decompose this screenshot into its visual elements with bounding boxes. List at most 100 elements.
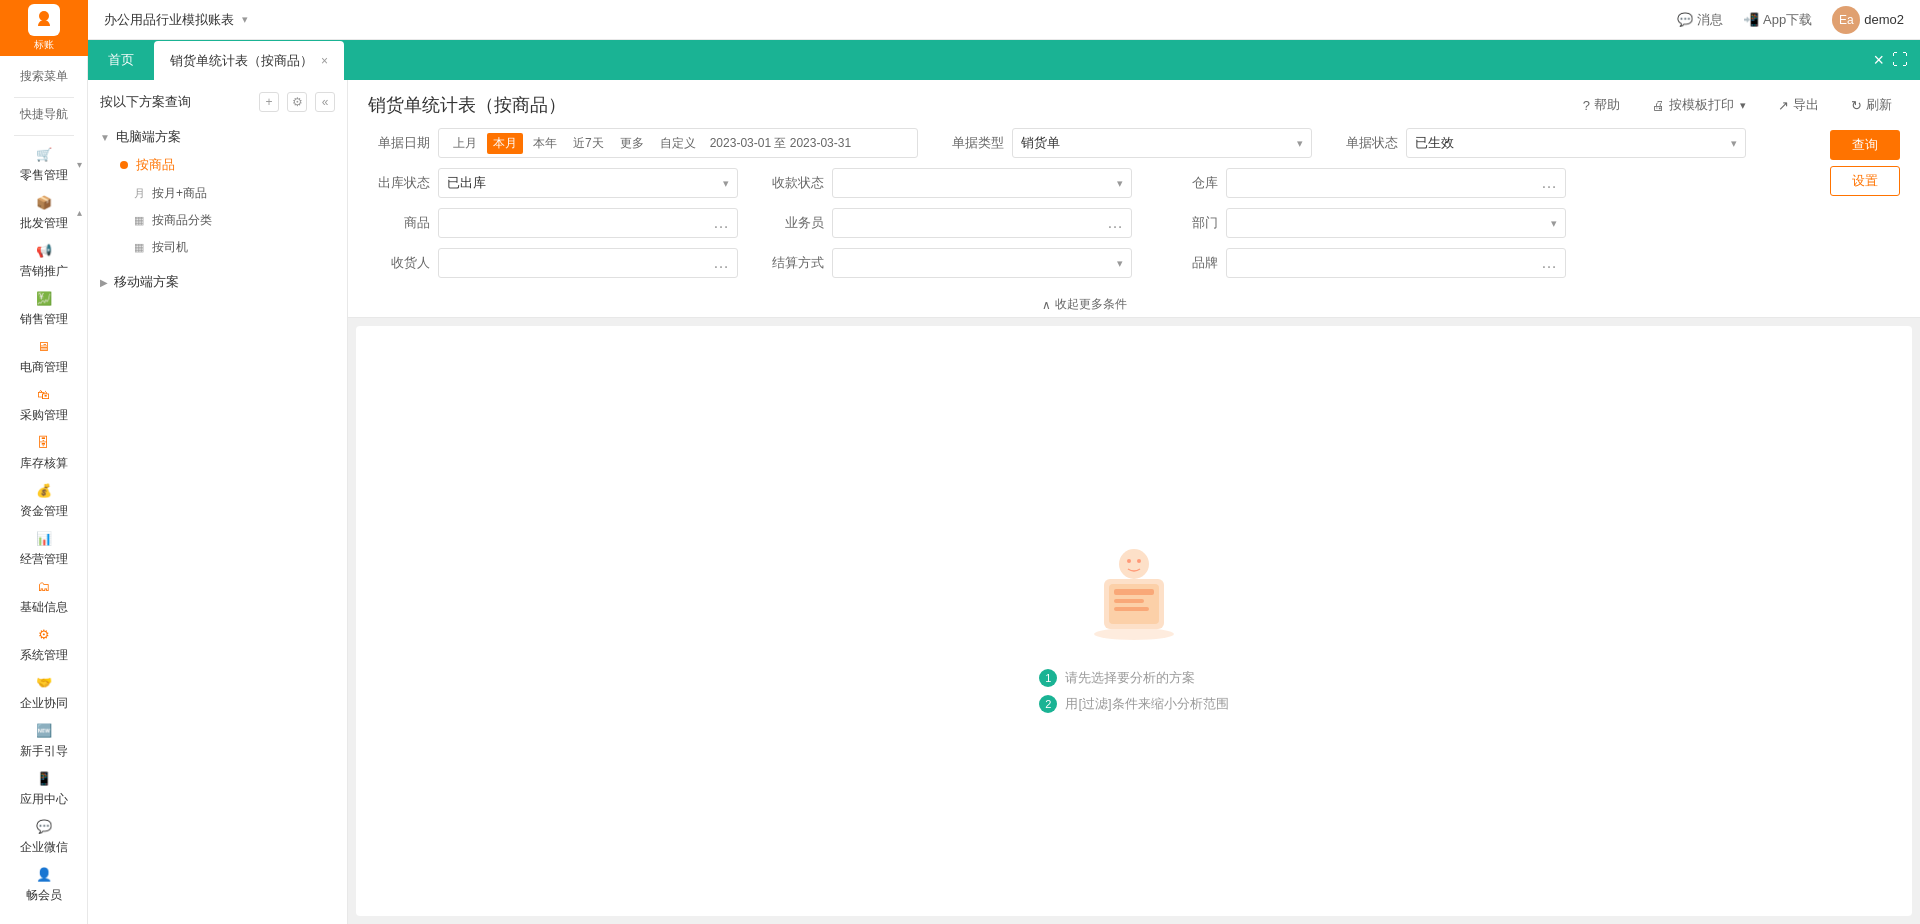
salesman-control[interactable]: … xyxy=(832,208,1132,238)
collect-status-dropdown[interactable]: ▾ xyxy=(832,168,1132,198)
scheme-sub-monthly-label: 按月+商品 xyxy=(152,185,207,202)
doc-status-dropdown[interactable]: 已生效 ▾ xyxy=(1406,128,1746,158)
refresh-label: 刷新 xyxy=(1866,96,1892,114)
settings-scheme-button[interactable]: ⚙ xyxy=(287,92,307,112)
goods-dots[interactable]: … xyxy=(713,214,729,232)
receiver-control[interactable]: … xyxy=(438,248,738,278)
sales-icon: 💹 xyxy=(34,289,54,309)
help-button[interactable]: ? 帮助 xyxy=(1575,92,1628,118)
collapse-button[interactable]: ∧ 收起更多条件 xyxy=(1042,296,1127,313)
finance-icon: 💰 xyxy=(34,481,54,501)
warehouse-label: 仓库 xyxy=(1156,174,1226,192)
download-icon: 📲 xyxy=(1743,12,1759,27)
settlement-dropdown[interactable]: ▾ xyxy=(832,248,1132,278)
left-panel-icons: + ⚙ « xyxy=(259,92,335,112)
sidebar-item-finance[interactable]: 💰 资金管理 xyxy=(0,476,88,524)
sidebar-item-guide[interactable]: 🆕 新手引导 xyxy=(0,716,88,764)
tab-active[interactable]: 销货单统计表（按商品） × xyxy=(154,41,344,81)
app-download-button[interactable]: 📲 App下载 xyxy=(1743,11,1812,29)
desktop-scheme-parent[interactable]: ▼ 电脑端方案 xyxy=(88,124,347,150)
query-button[interactable]: 查询 xyxy=(1830,130,1900,160)
sidebar-item-ecommerce[interactable]: 🖥 电商管理 xyxy=(0,332,88,380)
mobile-scheme-name: 移动端方案 xyxy=(114,273,335,291)
logo[interactable]: 标账 xyxy=(0,0,88,56)
doc-type-dropdown[interactable]: 销货单 ▾ xyxy=(1012,128,1312,158)
desktop-scheme-name: 电脑端方案 xyxy=(116,128,335,146)
user-area[interactable]: Ea demo2 xyxy=(1832,6,1904,34)
enterprise-icon: 🤝 xyxy=(34,673,54,693)
out-status-dropdown[interactable]: 已出库 ▾ xyxy=(438,168,738,198)
print-button[interactable]: 🖨 按模板打印 ▾ xyxy=(1644,92,1754,118)
mobile-scheme-section: ▶ 移动端方案 xyxy=(88,265,347,299)
brand-control[interactable]: … xyxy=(1226,248,1566,278)
sidebar-item-basic[interactable]: 🗂 基础信息 xyxy=(0,572,88,620)
sidebar-item-enterprise[interactable]: 🤝 企业协同 xyxy=(0,668,88,716)
warehouse-dots[interactable]: … xyxy=(1541,174,1557,192)
filter-row-3: 商品 … 业务员 … 部门 ▾ xyxy=(368,208,1800,238)
date-tab-more[interactable]: 更多 xyxy=(614,133,650,154)
message-label: 消息 xyxy=(1697,11,1723,29)
sidebar-item-wholesale[interactable]: 📦 批发管理 ▴ xyxy=(0,188,88,236)
svg-point-0 xyxy=(39,11,49,21)
scheme-sub-monthly[interactable]: 月 按月+商品 xyxy=(88,180,347,207)
scheme-item-by-goods[interactable]: 按商品 xyxy=(88,150,347,180)
salesman-label: 业务员 xyxy=(762,214,832,232)
scheme-sub-driver[interactable]: ▦ 按司机 xyxy=(88,234,347,261)
export-button[interactable]: ↗ 导出 xyxy=(1770,92,1827,118)
tab-close-window-icon[interactable]: × xyxy=(1873,50,1884,71)
scheme-sub-category[interactable]: ▦ 按商品分类 xyxy=(88,207,347,234)
settlement-chevron-icon: ▾ xyxy=(1117,257,1123,270)
sidebar-item-sales[interactable]: 💹 销售管理 xyxy=(0,284,88,332)
tab-home[interactable]: 首页 xyxy=(88,40,154,80)
refresh-button[interactable]: ↻ 刷新 xyxy=(1843,92,1900,118)
sidebar-item-inventory[interactable]: 🗄 库存核算 xyxy=(0,428,88,476)
avatar: Ea xyxy=(1832,6,1860,34)
sidebar-item-system[interactable]: ⚙ 系统管理 xyxy=(0,620,88,668)
svg-point-1 xyxy=(1094,628,1174,640)
date-tab-last-month[interactable]: 上月 xyxy=(447,133,483,154)
out-status-value: 已出库 xyxy=(447,174,723,192)
print-dropdown-icon[interactable]: ▾ xyxy=(1740,99,1746,112)
tab-close-icon[interactable]: × xyxy=(321,54,328,68)
scheme-label-by-goods: 按商品 xyxy=(136,156,175,174)
collapse-panel-button[interactable]: « xyxy=(315,92,335,112)
collapse-icon: ∧ xyxy=(1042,298,1051,312)
goods-control[interactable]: … xyxy=(438,208,738,238)
settings-button[interactable]: 设置 xyxy=(1830,166,1900,196)
salesman-dots[interactable]: … xyxy=(1107,214,1123,232)
date-value: 2023-03-01 至 2023-03-31 xyxy=(710,135,851,152)
date-tab-this-month[interactable]: 本月 xyxy=(487,133,523,154)
receiver-dots[interactable]: … xyxy=(713,254,729,272)
topbar-dropdown-icon[interactable]: ▾ xyxy=(242,13,248,26)
sidebar-item-retail[interactable]: 🛒 零售管理 ▾ xyxy=(0,140,88,188)
date-tab-this-year[interactable]: 本年 xyxy=(527,133,563,154)
sidebar-quick-nav[interactable]: 快捷导航 xyxy=(0,102,87,131)
dept-dropdown[interactable]: ▾ xyxy=(1226,208,1566,238)
brand-dots[interactable]: … xyxy=(1541,254,1557,272)
sidebar-item-marketing[interactable]: 📢 营销推广 xyxy=(0,236,88,284)
settlement-label: 结算方式 xyxy=(762,254,832,272)
sidebar-search-link[interactable]: 搜索菜单 xyxy=(0,56,87,93)
date-tab-custom[interactable]: 自定义 xyxy=(654,133,702,154)
sidebar-item-operations[interactable]: 📊 经营管理 xyxy=(0,524,88,572)
filter-rows-container: 单据日期 上月 本月 本年 近7天 更多 自定义 2023-03-01 至 20… xyxy=(368,128,1900,317)
date-tab-7days[interactable]: 近7天 xyxy=(567,133,610,154)
message-button[interactable]: 💬 消息 xyxy=(1677,11,1723,29)
sidebar-item-wechat[interactable]: 💬 企业微信 xyxy=(0,812,88,860)
add-scheme-button[interactable]: + xyxy=(259,92,279,112)
svg-rect-5 xyxy=(1114,599,1144,603)
sub-driver-icon: ▦ xyxy=(132,241,146,255)
sidebar-item-purchase[interactable]: 🛍 采购管理 xyxy=(0,380,88,428)
tab-maximize-icon[interactable]: ⛶ xyxy=(1892,51,1908,69)
dept-label: 部门 xyxy=(1156,214,1226,232)
date-filter[interactable]: 上月 本月 本年 近7天 更多 自定义 2023-03-01 至 2023-03… xyxy=(438,128,918,158)
filter-row-1: 单据日期 上月 本月 本年 近7天 更多 自定义 2023-03-01 至 20… xyxy=(368,128,1800,158)
sidebar-item-apps[interactable]: 📱 应用中心 xyxy=(0,764,88,812)
empty-illustration xyxy=(1074,529,1194,649)
mobile-scheme-parent[interactable]: ▶ 移动端方案 xyxy=(88,269,347,295)
tabbar: 首页 销货单统计表（按商品） × × ⛶ xyxy=(88,40,1920,80)
sidebar-item-member[interactable]: 👤 畅会员 xyxy=(0,860,88,908)
warehouse-control[interactable]: … xyxy=(1226,168,1566,198)
retail-icon: 🛒 xyxy=(34,145,54,165)
logo-text: 标账 xyxy=(34,38,54,52)
